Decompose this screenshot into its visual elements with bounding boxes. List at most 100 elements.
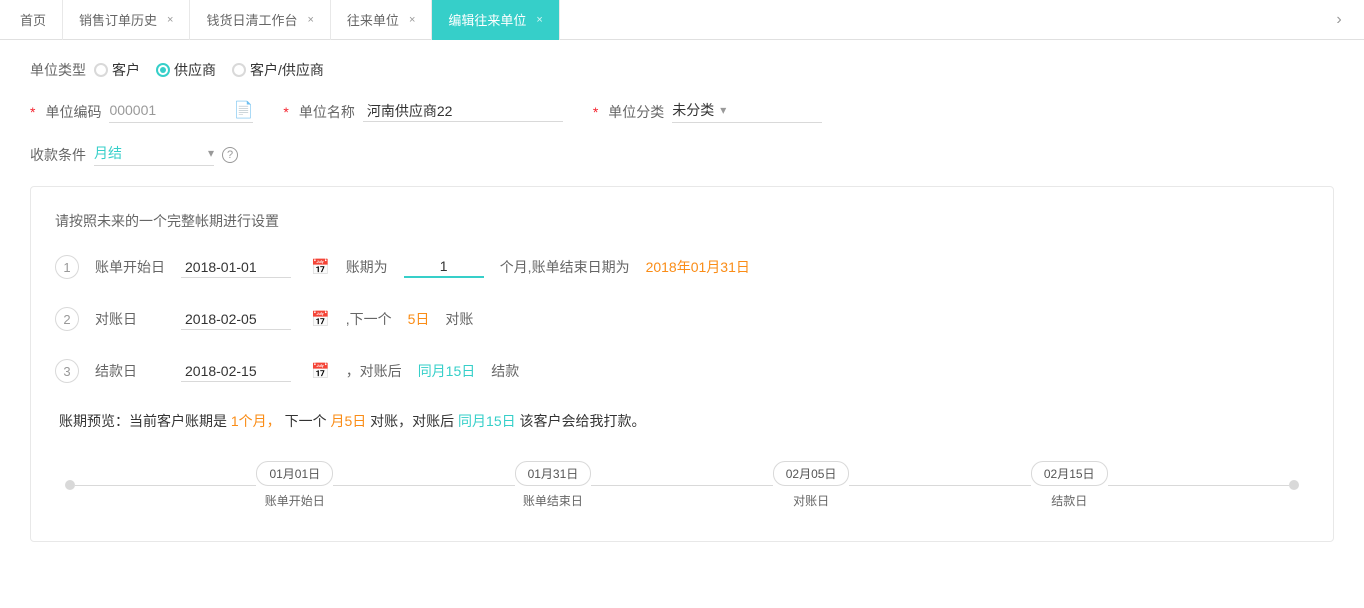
unit-name-label: 单位名称: [299, 102, 355, 122]
payment-terms-label: 收款条件: [30, 145, 86, 165]
unit-type-radio-group: 客户 供应商 客户/供应商: [94, 60, 324, 80]
payment-terms-help-icon[interactable]: ?: [222, 147, 238, 163]
unit-code-label: 单位编码: [45, 102, 101, 122]
tab-close-sales-history[interactable]: ×: [167, 14, 173, 26]
main-content: 单位类型 客户 供应商 客户/供应商 * 单位编码: [0, 40, 1364, 608]
radio-customer-label: 客户: [112, 60, 140, 80]
radio-customer-circle: [94, 63, 108, 77]
unit-name-input[interactable]: [363, 101, 563, 122]
unit-type-group: 单位类型 客户 供应商 客户/供应商: [30, 60, 324, 80]
step-desc-3a: ，对账后: [346, 361, 402, 381]
radio-customer-supplier-label: 客户/供应商: [250, 60, 324, 80]
timeline-badge-4: 02月15日: [1031, 461, 1108, 486]
unit-classification-required: *: [593, 104, 598, 120]
step-num-2: 2: [55, 307, 79, 331]
preview-end: 该客户会给我打款。: [520, 413, 646, 429]
step-end-date: 2018年01月31日: [646, 257, 750, 277]
step-desc-1a: 账期为: [346, 257, 388, 277]
payment-terms-group: 收款条件 月结 ▾ ?: [30, 143, 238, 166]
step-row-1: 1 账单开始日 📅 账期为 个月,账单结束日期为 2018年01月31日: [55, 255, 1309, 279]
unit-code-input[interactable]: [109, 102, 229, 118]
timeline-node-3: 02月05日 对账日: [773, 461, 850, 509]
step-row-3: 3 结款日 📅 ，对账后 同月15日 结款: [55, 359, 1309, 383]
period-value-input[interactable]: [404, 256, 484, 278]
unit-name-group: * 单位名称: [283, 101, 562, 122]
unit-classification-value: 未分类: [672, 100, 714, 120]
timeline-line-5: [1108, 485, 1289, 486]
unit-code-group: * 单位编码 📄: [30, 100, 253, 123]
tab-edit-partner[interactable]: 编辑往来单位 ×: [432, 0, 559, 40]
tab-close-edit-partner[interactable]: ×: [536, 14, 542, 26]
step-date-input-1[interactable]: [181, 257, 291, 278]
unit-info-row: * 单位编码 📄 * 单位名称 * 单位分类 未分类 ▾: [30, 100, 1334, 123]
unit-classification-select[interactable]: 未分类 ▾: [672, 100, 822, 123]
panel-description: 请按照未来的一个完整帐期进行设置: [55, 211, 1309, 231]
tab-sales-history[interactable]: 销售订单历史 ×: [63, 0, 190, 40]
preview-mid1: 下一个: [285, 413, 327, 429]
tabs-expand-button[interactable]: ›: [1324, 0, 1354, 40]
classification-arrow-icon: ▾: [720, 103, 726, 117]
unit-code-wrapper: 📄: [109, 100, 253, 123]
timeline-label-1: 账单开始日: [265, 492, 325, 509]
step-num-1: 1: [55, 255, 79, 279]
tabs-bar: 首页 销售订单历史 × 钱货日清工作台 × 往来单位 × 编辑往来单位 × ›: [0, 0, 1364, 40]
unit-type-row: 单位类型 客户 供应商 客户/供应商: [30, 60, 1334, 80]
preview-mid2: 对账，对账后: [370, 413, 454, 429]
step-label-1: 账单开始日: [95, 257, 165, 277]
step-payment-highlight: 同月15日: [418, 361, 476, 381]
step-date-input-2[interactable]: [181, 309, 291, 330]
timeline-line-2: [333, 485, 514, 486]
unit-code-copy-icon[interactable]: 📄: [233, 100, 253, 120]
step-row-2: 2 对账日 📅 ,下一个 5日 对账: [55, 307, 1309, 331]
timeline-end-dot: [1289, 480, 1299, 490]
step-num-3: 3: [55, 359, 79, 383]
step-reconcile-highlight: 5日: [408, 309, 430, 329]
calendar-icon-1[interactable]: 📅: [311, 258, 330, 276]
preview-date2: 同月15日: [458, 413, 516, 429]
tab-home[interactable]: 首页: [10, 0, 63, 40]
unit-type-label: 单位类型: [30, 60, 86, 80]
unit-classification-group: * 单位分类 未分类 ▾: [593, 100, 822, 123]
step-desc-1b: 个月,账单结束日期为: [500, 257, 630, 277]
step-desc-2a: ,下一个: [346, 309, 392, 329]
calendar-icon-3[interactable]: 📅: [311, 362, 330, 380]
radio-supplier-circle: [156, 63, 170, 77]
timeline-node-2: 01月31日 账单结束日: [515, 461, 592, 509]
tab-close-cash-work[interactable]: ×: [307, 14, 313, 26]
step-label-2: 对账日: [95, 309, 165, 329]
tab-partner-units[interactable]: 往来单位 ×: [331, 0, 432, 40]
timeline-badge-1: 01月01日: [256, 461, 333, 486]
timeline-badge-2: 01月31日: [515, 461, 592, 486]
step-label-3: 结款日: [95, 361, 165, 381]
timeline-label-4: 结款日: [1051, 492, 1087, 509]
step-date-input-3[interactable]: [181, 361, 291, 382]
tab-close-partner-units[interactable]: ×: [409, 14, 415, 26]
payment-terms-row: 收款条件 月结 ▾ ?: [30, 143, 1334, 166]
preview-date1: 月5日: [330, 413, 366, 429]
timeline-line-3: [591, 485, 772, 486]
timeline-line-4: [849, 485, 1030, 486]
preview-period: 1个月，: [231, 413, 281, 429]
timeline-start-dot: [65, 480, 75, 490]
timeline-line-1: [75, 485, 256, 486]
radio-customer[interactable]: 客户: [94, 60, 140, 80]
radio-customer-supplier-circle: [232, 63, 246, 77]
timeline-node-1: 01月01日 账单开始日: [256, 461, 333, 509]
preview-text: 账期预览：当前客户账期是 1个月， 下一个 月5日 对账，对账后 同月15日 该…: [55, 411, 1309, 431]
unit-name-required: *: [283, 104, 288, 120]
timeline-label-2: 账单结束日: [523, 492, 583, 509]
tab-cash-work[interactable]: 钱货日清工作台 ×: [190, 0, 330, 40]
radio-supplier-label: 供应商: [174, 60, 216, 80]
step-desc-2b: 对账: [445, 309, 473, 329]
timeline-label-3: 对账日: [793, 492, 829, 509]
radio-supplier[interactable]: 供应商: [156, 60, 216, 80]
calendar-icon-2[interactable]: 📅: [311, 310, 330, 328]
radio-customer-supplier[interactable]: 客户/供应商: [232, 60, 324, 80]
payment-terms-select[interactable]: 月结 ▾: [94, 143, 214, 166]
payment-terms-arrow-icon: ▾: [208, 146, 214, 160]
timeline-node-4: 02月15日 结款日: [1031, 461, 1108, 509]
payment-terms-value: 月结: [94, 143, 202, 163]
unit-classification-label: 单位分类: [608, 102, 664, 122]
timeline-container: 01月01日 账单开始日 01月31日 账单结束日 02月05日 对账日 02月…: [55, 461, 1309, 509]
billing-period-panel: 请按照未来的一个完整帐期进行设置 1 账单开始日 📅 账期为 个月,账单结束日期…: [30, 186, 1334, 542]
